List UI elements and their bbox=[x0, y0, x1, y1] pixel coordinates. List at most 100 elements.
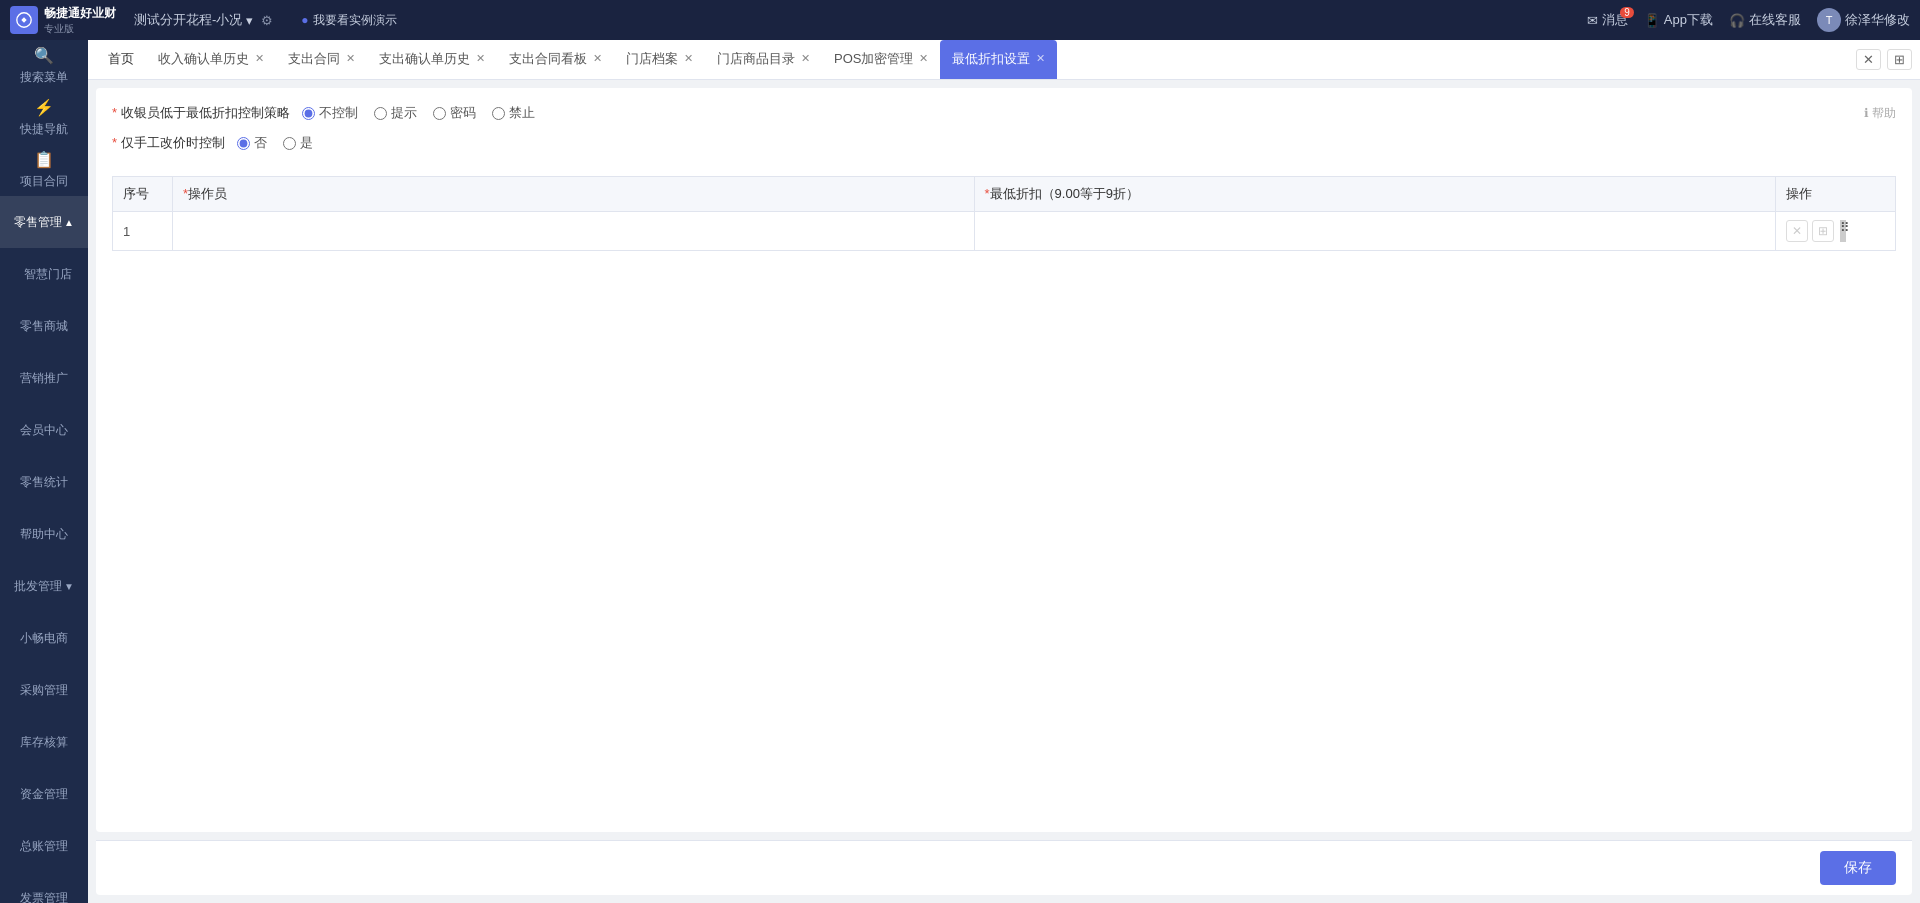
sidebar-item-ledger[interactable]: 总账管理 bbox=[0, 820, 88, 872]
radio-no-control-input[interactable] bbox=[302, 107, 315, 120]
cell-operator[interactable] bbox=[173, 212, 975, 251]
tab-store-archive-label: 门店档案 bbox=[626, 50, 678, 68]
sidebar-item-purchase[interactable]: 采购管理 bbox=[0, 664, 88, 716]
operator-input[interactable] bbox=[183, 224, 964, 239]
required-star: * bbox=[112, 105, 117, 120]
radio-password[interactable]: 密码 bbox=[433, 104, 476, 122]
sidebar-item-invoice[interactable]: 发票管理 bbox=[0, 872, 88, 903]
settings-icon[interactable]: ⚙ bbox=[261, 13, 273, 28]
help-button[interactable]: ℹ 帮助 bbox=[1864, 105, 1896, 122]
tab-payment-contract-board-label: 支出合同看板 bbox=[509, 50, 587, 68]
sidebar-label-search: 搜索菜单 bbox=[20, 69, 68, 86]
project-selector[interactable]: 测试分开花程-小况 ▾ ⚙ bbox=[126, 7, 281, 33]
tab-pos-password[interactable]: POS加密管理 ✕ bbox=[822, 40, 940, 80]
cell-min-discount[interactable] bbox=[974, 212, 1776, 251]
sidebar-label-ecommerce: 小畅电商 bbox=[20, 630, 68, 647]
topbar-right: ✉ 消息 9 📱 App下载 🎧 在线客服 T 徐泽华修改 bbox=[1587, 8, 1910, 32]
tab-payment-contract-board-close[interactable]: ✕ bbox=[593, 53, 602, 64]
radio-no-control[interactable]: 不控制 bbox=[302, 104, 358, 122]
demo-circle-icon: ● bbox=[301, 13, 308, 27]
cashier-policy-label: * 收银员低于最低折扣控制策略 bbox=[112, 104, 290, 122]
online-service-btn[interactable]: 🎧 在线客服 bbox=[1729, 11, 1801, 29]
tab-store-products[interactable]: 门店商品目录 ✕ bbox=[705, 40, 822, 80]
sidebar-label-member-center: 会员中心 bbox=[20, 422, 68, 439]
sidebar-item-retail-stats[interactable]: 零售统计 bbox=[0, 456, 88, 508]
tab-pos-password-label: POS加密管理 bbox=[834, 50, 913, 68]
tabbar-close-btn[interactable]: ✕ bbox=[1856, 49, 1881, 70]
sidebar-item-search[interactable]: 🔍 搜索菜单 bbox=[0, 40, 88, 92]
th-operator-required: * bbox=[183, 186, 188, 201]
sidebar-item-retail-management[interactable]: 零售管理 ▲ bbox=[0, 196, 88, 248]
required-star2: * bbox=[112, 135, 117, 150]
radio-manual-yes[interactable]: 是 bbox=[283, 134, 313, 152]
radio-manual-yes-input[interactable] bbox=[283, 137, 296, 150]
sidebar-label-retail-management: 零售管理 bbox=[14, 214, 62, 231]
radio-prompt-input[interactable] bbox=[374, 107, 387, 120]
sidebar-item-help-center[interactable]: 帮助中心 bbox=[0, 508, 88, 560]
sidebar-item-marketing[interactable]: 营销推广 bbox=[0, 352, 88, 404]
radio-prompt[interactable]: 提示 bbox=[374, 104, 417, 122]
messages-badge: 9 bbox=[1620, 7, 1634, 18]
messages-btn[interactable]: ✉ 消息 9 bbox=[1587, 11, 1628, 29]
sidebar-label-quick-nav: 快捷导航 bbox=[20, 121, 68, 138]
discount-table: 序号 *操作员 *最低折扣（9.00等于9折） 操作 1 bbox=[112, 176, 1896, 251]
sidebar-label-retail-stats: 零售统计 bbox=[20, 474, 68, 491]
project-contract-icon: 📋 bbox=[34, 150, 54, 169]
sidebar-label-finance: 资金管理 bbox=[20, 786, 68, 803]
row-drag-handle[interactable]: ⠿ bbox=[1840, 220, 1846, 242]
tabbar-expand-btn[interactable]: ⊞ bbox=[1887, 49, 1912, 70]
tab-min-discount-setting-label: 最低折扣设置 bbox=[952, 50, 1030, 68]
sidebar-item-project-contract[interactable]: 📋 项目合同 bbox=[0, 144, 88, 196]
tab-min-discount-setting[interactable]: 最低折扣设置 ✕ bbox=[940, 40, 1057, 80]
help-icon: ℹ bbox=[1864, 106, 1869, 120]
tab-store-products-close[interactable]: ✕ bbox=[801, 53, 810, 64]
download-icon: 📱 bbox=[1644, 13, 1660, 28]
radio-manual-no[interactable]: 否 bbox=[237, 134, 267, 152]
row-delete-btn[interactable]: ✕ bbox=[1786, 220, 1808, 242]
user-profile-btn[interactable]: T 徐泽华修改 bbox=[1817, 8, 1910, 32]
sidebar-item-inventory[interactable]: 库存核算 bbox=[0, 716, 88, 768]
radio-forbid[interactable]: 禁止 bbox=[492, 104, 535, 122]
row-copy-btn[interactable]: ⊞ bbox=[1812, 220, 1834, 242]
sidebar-item-retail-mall[interactable]: 零售商城 bbox=[0, 300, 88, 352]
tab-income-confirm-history[interactable]: 收入确认单历史 ✕ bbox=[146, 40, 276, 80]
delete-icon: ✕ bbox=[1792, 224, 1802, 238]
tab-income-confirm-history-close[interactable]: ✕ bbox=[255, 53, 264, 64]
th-min-discount-required: * bbox=[985, 186, 990, 201]
tabbar-actions: ✕ ⊞ bbox=[1856, 49, 1912, 70]
tab-payment-contract-board[interactable]: 支出合同看板 ✕ bbox=[497, 40, 614, 80]
online-service-label: 在线客服 bbox=[1749, 11, 1801, 29]
tab-home[interactable]: 首页 bbox=[96, 40, 146, 80]
tab-store-archive[interactable]: 门店档案 ✕ bbox=[614, 40, 705, 80]
sidebar: 🔍 搜索菜单 ⚡ 快捷导航 📋 项目合同 零售管理 ▲ 智慧门店 零售商城 营销… bbox=[0, 40, 88, 903]
app-download-btn[interactable]: 📱 App下载 bbox=[1644, 11, 1713, 29]
demo-text[interactable]: 我要看实例演示 bbox=[313, 12, 397, 29]
radio-forbid-input[interactable] bbox=[492, 107, 505, 120]
row-action-group: ✕ ⊞ ⠿ bbox=[1786, 220, 1885, 242]
message-icon: ✉ bbox=[1587, 13, 1598, 28]
sidebar-item-wholesale[interactable]: 批发管理 ▼ bbox=[0, 560, 88, 612]
cell-actions: ✕ ⊞ ⠿ bbox=[1776, 212, 1896, 251]
tab-payment-contract-close[interactable]: ✕ bbox=[346, 53, 355, 64]
radio-password-input[interactable] bbox=[433, 107, 446, 120]
tab-payment-confirm-history[interactable]: 支出确认单历史 ✕ bbox=[367, 40, 497, 80]
tab-payment-contract[interactable]: 支出合同 ✕ bbox=[276, 40, 367, 80]
tab-home-label: 首页 bbox=[108, 50, 134, 68]
tab-payment-contract-label: 支出合同 bbox=[288, 50, 340, 68]
tab-store-archive-close[interactable]: ✕ bbox=[684, 53, 693, 64]
tab-payment-confirm-history-close[interactable]: ✕ bbox=[476, 53, 485, 64]
tab-income-confirm-history-label: 收入确认单历史 bbox=[158, 50, 249, 68]
save-button[interactable]: 保存 bbox=[1820, 851, 1896, 885]
sidebar-item-ecommerce[interactable]: 小畅电商 bbox=[0, 612, 88, 664]
tab-min-discount-setting-close[interactable]: ✕ bbox=[1036, 53, 1045, 64]
radio-manual-no-input[interactable] bbox=[237, 137, 250, 150]
min-discount-input[interactable] bbox=[985, 224, 1766, 239]
sidebar-item-quick-nav[interactable]: ⚡ 快捷导航 bbox=[0, 92, 88, 144]
sidebar-item-member-center[interactable]: 会员中心 bbox=[0, 404, 88, 456]
sidebar-item-finance[interactable]: 资金管理 bbox=[0, 768, 88, 820]
tab-pos-password-close[interactable]: ✕ bbox=[919, 53, 928, 64]
tab-store-products-label: 门店商品目录 bbox=[717, 50, 795, 68]
sidebar-label-help-center: 帮助中心 bbox=[20, 526, 68, 543]
arrow-up-icon: ▲ bbox=[64, 217, 74, 228]
sidebar-item-smart-store[interactable]: 智慧门店 bbox=[0, 248, 88, 300]
